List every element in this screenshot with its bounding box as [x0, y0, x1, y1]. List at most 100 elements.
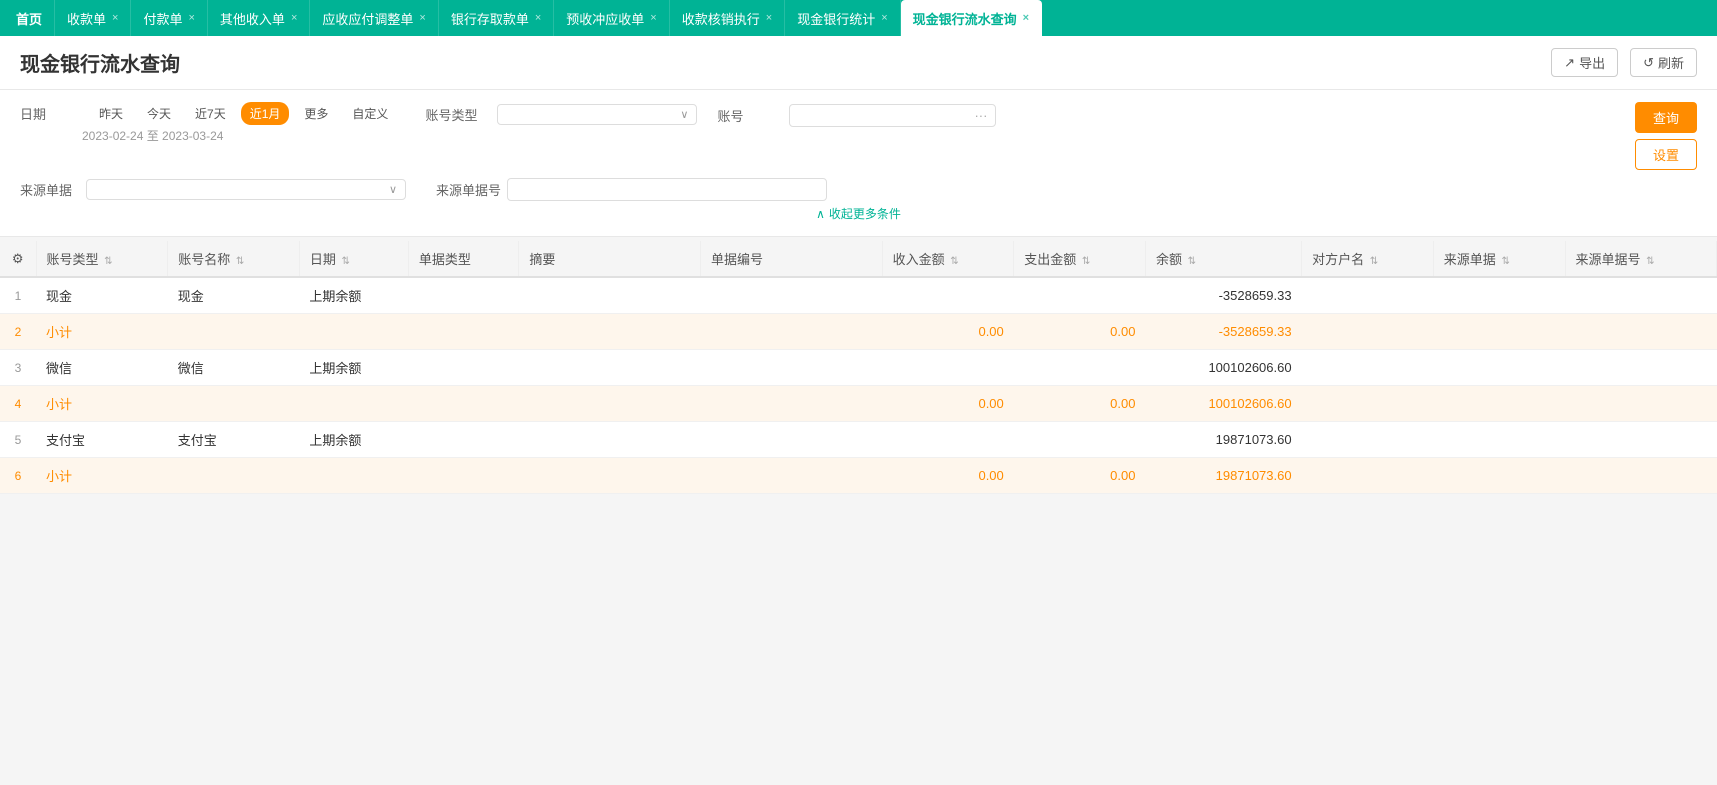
table-cell: [1565, 422, 1717, 458]
table-cell: [408, 314, 519, 350]
export-button[interactable]: ↗ 导出: [1551, 48, 1618, 77]
close-tab-2[interactable]: ×: [291, 12, 297, 24]
col-income[interactable]: 收入金额 ⇅: [882, 241, 1014, 277]
page-title: 现金银行流水查询: [20, 48, 180, 77]
col-summary[interactable]: 摘要: [519, 241, 701, 277]
refresh-button[interactable]: ↺ 刷新: [1630, 48, 1697, 77]
account-type-chevron: ∨: [680, 108, 688, 121]
table-row: 4小计0.000.00100102606.60: [0, 386, 1717, 422]
close-tab-0[interactable]: ×: [112, 12, 118, 24]
table-cell: 小计: [36, 458, 168, 494]
table-cell: [700, 386, 882, 422]
table-cell: [1302, 314, 1434, 350]
col-counterpart[interactable]: 对方户名 ⇅: [1302, 241, 1434, 277]
table-cell[interactable]: 3: [0, 350, 36, 386]
table-cell: [1565, 277, 1717, 314]
table-cell: [408, 277, 519, 314]
close-tab-5[interactable]: ×: [650, 12, 656, 24]
nav-tab-3[interactable]: 应收应付调整单 ×: [310, 0, 438, 36]
table-cell: [168, 314, 300, 350]
col-balance[interactable]: 余额 ⇅: [1145, 241, 1301, 277]
account-dots[interactable]: ···: [974, 108, 987, 123]
sort-date-icon: ⇅: [342, 256, 350, 267]
close-tab-1[interactable]: ×: [188, 12, 194, 24]
table-row: 2小计0.000.00-3528659.33: [0, 314, 1717, 350]
table-cell: [299, 458, 408, 494]
table-cell: 微信: [36, 350, 168, 386]
sort-expense-icon: ⇅: [1082, 256, 1090, 267]
col-doc-no[interactable]: 单据编号: [700, 241, 882, 277]
nav-tab-2[interactable]: 其他收入单 ×: [208, 0, 310, 36]
table-cell[interactable]: 4: [0, 386, 36, 422]
table-cell: 0.00: [1014, 386, 1146, 422]
table-cell: [408, 458, 519, 494]
table-cell[interactable]: 2: [0, 314, 36, 350]
nav-tab-6[interactable]: 收款核销执行 ×: [670, 0, 785, 36]
col-doc-type[interactable]: 单据类型: [408, 241, 519, 277]
table-cell: [1433, 422, 1565, 458]
data-table: ⚙ 账号类型 ⇅ 账号名称 ⇅ 日期 ⇅ 单据类型: [0, 241, 1717, 494]
table-cell: [1433, 314, 1565, 350]
date-custom-btn[interactable]: 自定义: [343, 102, 397, 125]
col-source-doc[interactable]: 来源单据 ⇅: [1433, 241, 1565, 277]
table-cell[interactable]: 5: [0, 422, 36, 458]
source-doc-no-label: 来源单据号: [436, 180, 501, 199]
nav-tab-0[interactable]: 收款单 ×: [55, 0, 131, 36]
nav-tab-7[interactable]: 现金银行统计 ×: [785, 0, 900, 36]
table-cell: [1565, 458, 1717, 494]
col-account-name[interactable]: 账号名称 ⇅: [168, 241, 300, 277]
date-today-btn[interactable]: 今天: [138, 102, 180, 125]
sort-account-type-icon: ⇅: [104, 256, 112, 267]
account-input[interactable]: [798, 108, 974, 123]
account-type-select[interactable]: ∨: [497, 104, 697, 125]
source-doc-no-input[interactable]: [516, 182, 818, 197]
table-cell: [882, 277, 1014, 314]
close-tab-8[interactable]: ×: [1023, 12, 1029, 24]
source-doc-chevron: ∨: [389, 183, 397, 196]
settings-button[interactable]: 设置: [1635, 139, 1697, 170]
nav-tab-8[interactable]: 现金银行流水查询 ×: [901, 0, 1042, 36]
col-date[interactable]: 日期 ⇅: [299, 241, 408, 277]
sort-source-doc-no-icon: ⇅: [1646, 256, 1654, 267]
table-row: 3微信微信上期余额100102606.60: [0, 350, 1717, 386]
source-doc-select[interactable]: ∨: [86, 179, 406, 200]
date-1month-btn[interactable]: 近1月: [241, 102, 290, 125]
table-cell: -3528659.33: [1145, 314, 1301, 350]
query-button[interactable]: 查询: [1635, 102, 1697, 133]
table-header-row: ⚙ 账号类型 ⇅ 账号名称 ⇅ 日期 ⇅ 单据类型: [0, 241, 1717, 277]
table-cell: [1433, 458, 1565, 494]
table-cell: 上期余额: [299, 422, 408, 458]
table-cell: 上期余额: [299, 277, 408, 314]
close-tab-7[interactable]: ×: [881, 12, 887, 24]
table-cell[interactable]: 6: [0, 458, 36, 494]
date-more-btn[interactable]: 更多: [295, 102, 337, 125]
date-7days-btn[interactable]: 近7天: [186, 102, 235, 125]
date-yesterday-btn[interactable]: 昨天: [90, 102, 132, 125]
table-cell: [700, 458, 882, 494]
nav-tab-1[interactable]: 付款单 ×: [131, 0, 207, 36]
col-gear[interactable]: ⚙: [0, 241, 36, 277]
collapse-bar[interactable]: ∧ 收起更多条件: [20, 201, 1697, 228]
col-source-doc-no[interactable]: 来源单据号 ⇅: [1565, 241, 1717, 277]
table-cell: [519, 386, 701, 422]
source-doc-label: 来源单据: [20, 180, 80, 199]
table-cell: [1302, 350, 1434, 386]
table-cell: [1302, 277, 1434, 314]
close-tab-3[interactable]: ×: [419, 12, 425, 24]
nav-tab-5[interactable]: 预收冲应收单 ×: [554, 0, 669, 36]
table-cell: [168, 458, 300, 494]
nav-tab-4[interactable]: 银行存取款单 ×: [439, 0, 554, 36]
source-doc-no-input-wrap: [507, 178, 827, 201]
table-cell: [299, 314, 408, 350]
col-account-type[interactable]: 账号类型 ⇅: [36, 241, 168, 277]
date-filter-label: 日期: [20, 104, 80, 123]
table-row: 6小计0.000.0019871073.60: [0, 458, 1717, 494]
table-cell[interactable]: 1: [0, 277, 36, 314]
gear-icon: ⚙: [12, 251, 24, 266]
table-cell: [299, 386, 408, 422]
close-tab-4[interactable]: ×: [535, 12, 541, 24]
top-navigation: 首页 收款单 × 付款单 × 其他收入单 × 应收应付调整单 × 银行存取款单 …: [0, 0, 1717, 36]
nav-home[interactable]: 首页: [4, 0, 55, 36]
close-tab-6[interactable]: ×: [766, 12, 772, 24]
col-expense[interactable]: 支出金额 ⇅: [1014, 241, 1146, 277]
